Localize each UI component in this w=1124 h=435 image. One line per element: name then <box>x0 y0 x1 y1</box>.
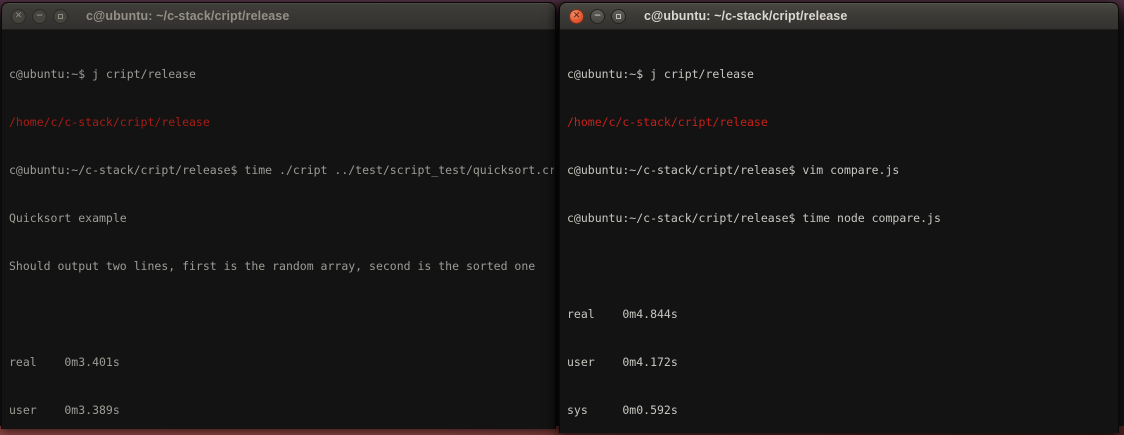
terminal-line: c@ubuntu:~/c-stack/cript/release$ vim co… <box>567 163 900 177</box>
close-glyph: ✕ <box>14 10 23 21</box>
maximize-glyph <box>616 13 621 19</box>
terminal-line: c@ubuntu:~$ j cript/release <box>567 67 754 81</box>
titlebar[interactable]: ✕ − c@ubuntu: ~/c-stack/cript/release <box>560 3 1118 30</box>
terminal-line: c@ubuntu:~$ j cript/release <box>9 67 196 81</box>
close-icon[interactable]: ✕ <box>569 8 584 24</box>
minimize-glyph: − <box>593 10 602 21</box>
terminal-line: /home/c/c-stack/cript/release <box>567 115 768 129</box>
terminal-line: user 0m3.389s <box>9 403 120 417</box>
terminal-window-right[interactable]: ✕ − c@ubuntu: ~/c-stack/cript/release c@… <box>559 2 1119 433</box>
maximize-glyph <box>58 13 63 19</box>
titlebar[interactable]: ✕ − c@ubuntu: ~/c-stack/cript/release <box>2 3 555 30</box>
window-title: c@ubuntu: ~/c-stack/cript/release <box>644 9 848 23</box>
minimize-icon[interactable]: − <box>32 8 47 24</box>
terminal-line: c@ubuntu:~/c-stack/cript/release$ time n… <box>567 211 941 225</box>
terminal-screen[interactable]: c@ubuntu:~$ j cript/release /home/c/c-st… <box>3 31 554 429</box>
terminal-line: Quicksort example <box>9 211 127 225</box>
close-glyph: ✕ <box>572 10 581 21</box>
close-icon[interactable]: ✕ <box>11 8 26 24</box>
terminal-line: Should output two lines, first is the ra… <box>9 259 536 273</box>
terminal-screen[interactable]: c@ubuntu:~$ j cript/release /home/c/c-st… <box>561 31 1117 433</box>
maximize-icon[interactable] <box>53 8 68 24</box>
maximize-icon[interactable] <box>611 8 626 24</box>
terminal-line: real 0m3.401s <box>9 355 120 369</box>
minimize-glyph: − <box>35 10 44 21</box>
minimize-icon[interactable]: − <box>590 8 605 24</box>
window-title: c@ubuntu: ~/c-stack/cript/release <box>86 9 290 23</box>
terminal-line: /home/c/c-stack/cript/release <box>9 115 210 129</box>
terminal-line: user 0m4.172s <box>567 355 678 369</box>
terminal-line: c@ubuntu:~/c-stack/cript/release$ time .… <box>9 163 554 177</box>
terminal-window-left[interactable]: ✕ − c@ubuntu: ~/c-stack/cript/release c@… <box>1 2 556 429</box>
terminal-line: sys 0m0.592s <box>567 403 678 417</box>
terminal-line: real 0m4.844s <box>567 307 678 321</box>
